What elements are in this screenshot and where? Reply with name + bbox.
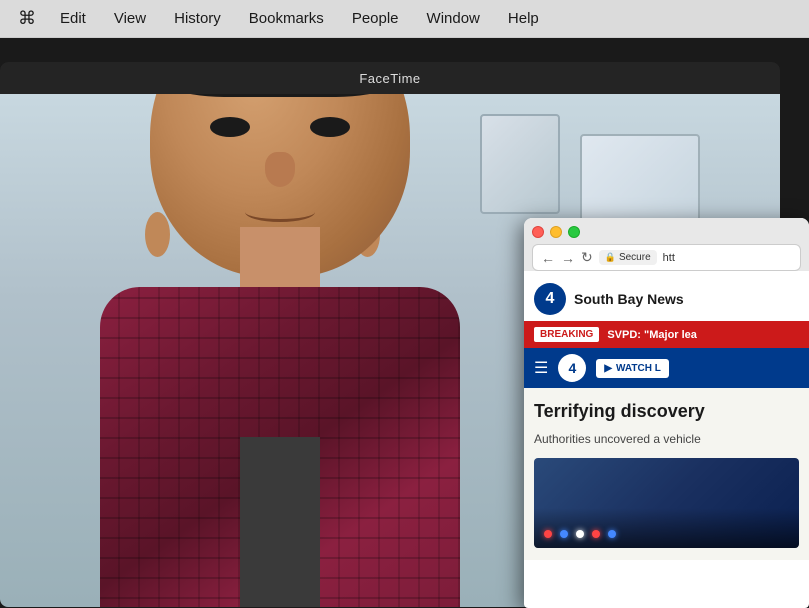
forward-button[interactable]: → — [561, 250, 575, 266]
person-right-eye — [310, 117, 350, 137]
person-nose — [265, 152, 295, 187]
traffic-light-red[interactable] — [532, 226, 544, 238]
menu-item-view[interactable]: View — [100, 0, 160, 38]
person-mouth — [245, 202, 315, 222]
secure-label: Secure — [619, 252, 651, 263]
scene-light-red-2 — [592, 530, 600, 538]
scene-light-white — [576, 530, 584, 538]
hamburger-menu-icon[interactable]: ☰ — [534, 358, 548, 378]
address-bar[interactable]: ← → ↻ 🔒 Secure htt — [532, 244, 801, 271]
watch-live-label: WATCH L — [616, 363, 661, 374]
scene-light-blue-2 — [608, 530, 616, 538]
menu-item-people[interactable]: People — [338, 0, 413, 38]
breaking-news-text: SVPD: "Major lea — [607, 329, 697, 341]
browser-chrome: ← → ↻ 🔒 Secure htt — [524, 218, 809, 271]
person-undershirt — [240, 437, 320, 607]
nav-logo: 4 — [558, 354, 586, 382]
article-image-overlay — [534, 508, 799, 548]
breaking-news-bar: BREAKING SVPD: "Major lea — [524, 321, 809, 348]
play-icon: ▶ — [604, 363, 612, 374]
news-site-name: South Bay News — [574, 291, 684, 307]
menu-bar: ⌘ Edit View History Bookmarks People Win… — [0, 0, 809, 38]
article-subtitle: Authorities uncovered a vehicle — [534, 431, 799, 448]
news-site-header: 4 South Bay News — [524, 277, 809, 321]
scene-light-blue — [560, 530, 568, 538]
article-image — [534, 458, 799, 548]
menu-item-history[interactable]: History — [160, 0, 235, 38]
traffic-light-green[interactable] — [568, 226, 580, 238]
refresh-button[interactable]: ↻ — [581, 249, 593, 266]
browser-content: 4 South Bay News BREAKING SVPD: "Major l… — [524, 277, 809, 560]
back-button[interactable]: ← — [541, 250, 555, 266]
scene-emergency-lights — [544, 530, 616, 538]
browser-window: ← → ↻ 🔒 Secure htt 4 South Bay News BREA… — [524, 218, 809, 608]
person-left-eye — [210, 117, 250, 137]
menu-item-edit[interactable]: Edit — [46, 0, 100, 38]
traffic-light-yellow[interactable] — [550, 226, 562, 238]
lock-icon: 🔒 — [605, 252, 616, 263]
apple-menu[interactable]: ⌘ — [8, 0, 46, 38]
scene-light-red — [544, 530, 552, 538]
facetime-titlebar: FaceTime — [0, 62, 780, 94]
menu-item-window[interactable]: Window — [413, 0, 494, 38]
person-hair — [150, 94, 410, 97]
menu-item-help[interactable]: Help — [494, 0, 553, 38]
news-logo: 4 — [534, 283, 566, 315]
url-text: htt — [663, 252, 675, 264]
news-nav-bar: ☰ 4 ▶ WATCH L — [524, 348, 809, 388]
menu-item-bookmarks[interactable]: Bookmarks — [235, 0, 338, 38]
facetime-title: FaceTime — [359, 71, 420, 86]
traffic-lights — [532, 226, 801, 238]
person-silhouette — [50, 94, 510, 607]
person-shirt — [100, 287, 460, 607]
person-ear-left — [145, 212, 170, 257]
secure-badge: 🔒 Secure — [599, 250, 657, 265]
watch-live-button[interactable]: ▶ WATCH L — [596, 359, 669, 378]
article-area: Terrifying discovery Authorities uncover… — [524, 388, 809, 560]
article-title: Terrifying discovery — [534, 400, 799, 423]
breaking-label: BREAKING — [534, 327, 599, 342]
